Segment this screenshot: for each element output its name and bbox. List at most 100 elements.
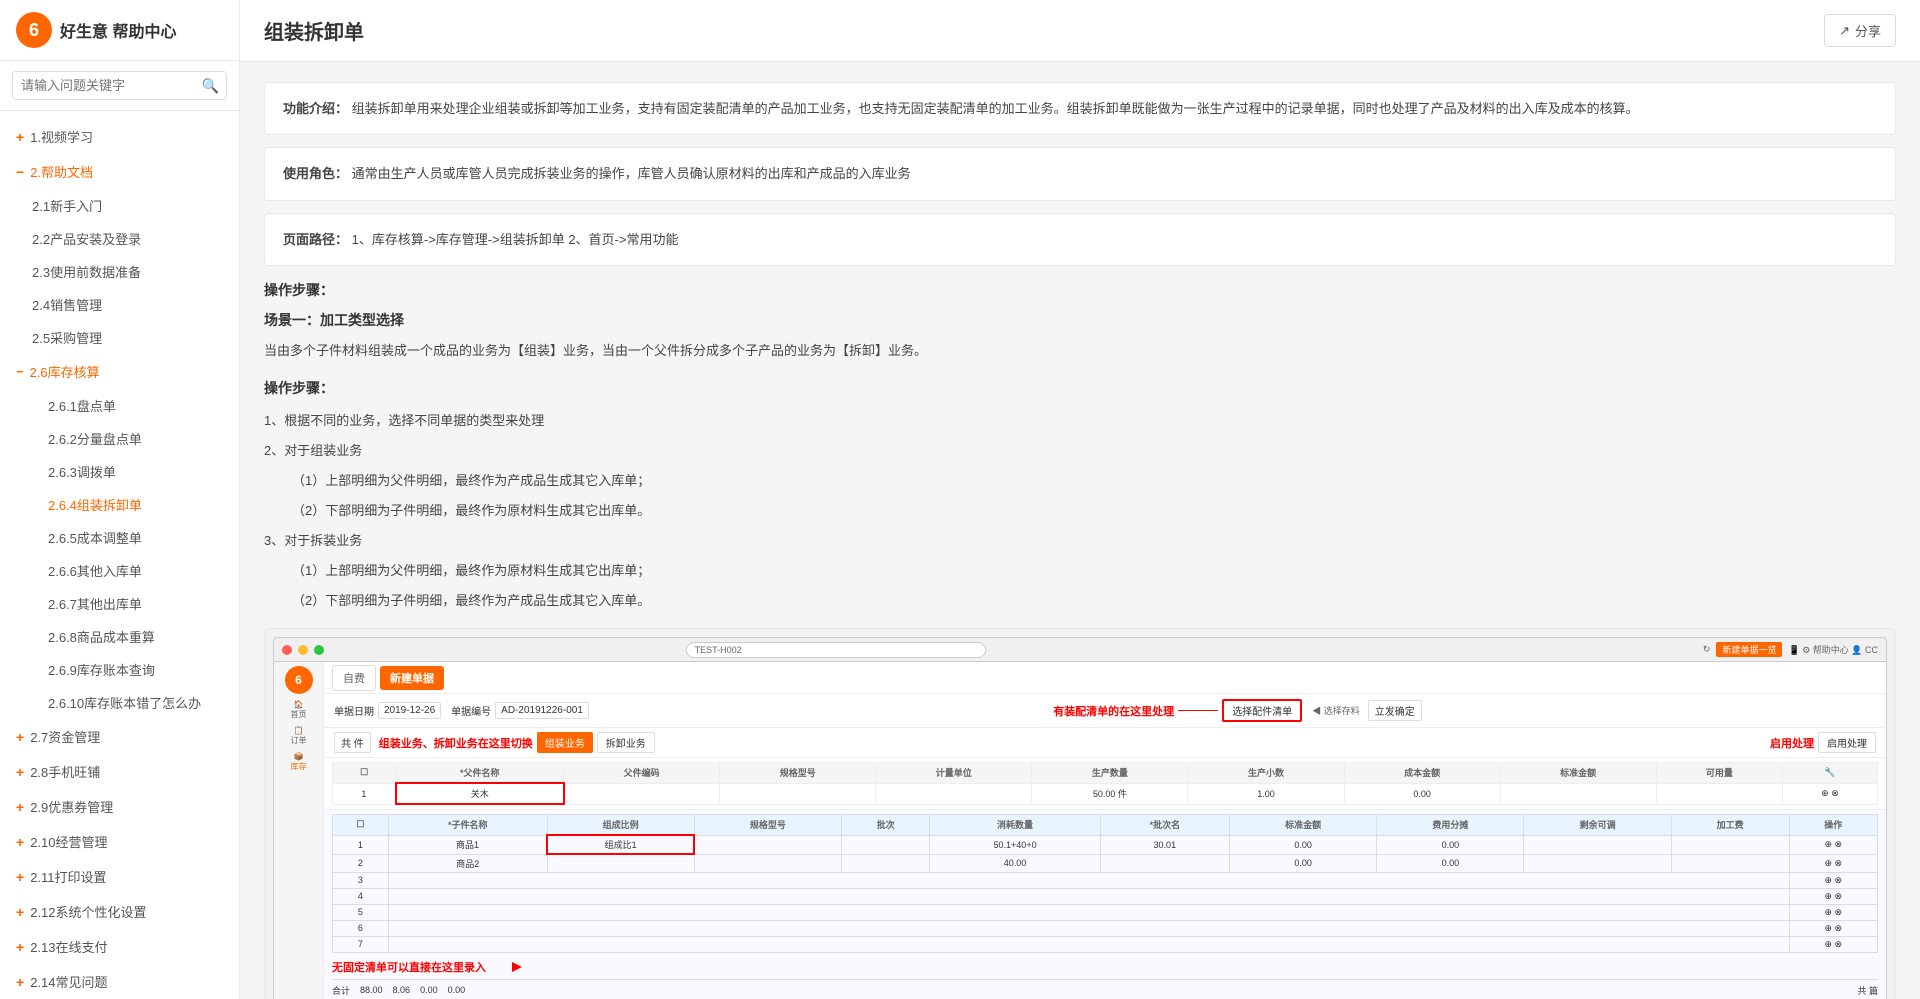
sidebar-item-other-in[interactable]: 2.6.6其他入库单 [0,554,239,587]
tab-new-doc[interactable]: 新建单据 [380,666,444,690]
op-steps2-title: 操作步骤： [264,378,1896,398]
main-area: 组装拆卸单 ↗ 分享 功能介绍： 组装拆卸单用来处理企业组装或拆卸等加工业务，支… [240,0,1920,999]
share-icon: ↗ [1839,23,1850,39]
sidebar-item-partial-stocktake[interactable]: 2.6.2分量盘点单 [0,422,239,455]
sidebar-nav: + 1.视频学习 − 2.帮助文档 2.1新手入门 2.2产品安装及登录 2.3… [0,111,239,999]
confirm-btn[interactable]: 立发确定 [1368,700,1422,721]
plus-icon-custom: + [16,904,24,920]
sidebar-item-coupon[interactable]: + 2.9优惠券管理 [0,789,239,824]
type-btn[interactable]: 选择配件清单 [1222,699,1302,722]
td-consume-val: 50.1+40+0 [930,835,1100,854]
main-content: 功能介绍： 组装拆卸单用来处理企业组装或拆卸等加工业务，支持有固定装配清单的产品… [240,62,1920,999]
th-std2: 标准金额 [1229,815,1376,836]
new-doc-btn[interactable]: 新建单据一览 [1716,642,1782,657]
doc-date-field: 单据日期 2019-12-26 [334,702,441,719]
sidebar-item-data-prep[interactable]: 2.3使用前数据准备 [0,255,239,288]
search-input[interactable] [12,71,227,100]
td-op-val: ⊕ ⊗ [1789,835,1877,854]
sidebar-item-docs[interactable]: − 2.帮助文档 [0,154,239,189]
th-process-fee: 加工费 [1671,815,1789,836]
sidebar-item-inventory[interactable]: − 2.6库存核算 [0,354,239,389]
nav-icon-orders[interactable]: 📋订单 [291,726,307,746]
doc-date-label: 单据日期 [334,703,374,718]
sidebar-item-online-pay[interactable]: + 2.13在线支付 [0,929,239,964]
sidebar-item-install[interactable]: 2.2产品安装及登录 [0,222,239,255]
sidebar-print-label: 2.11打印设置 [30,867,106,886]
assembly-btn[interactable]: 组装业务 [537,732,593,753]
confirm-label: ◀ 选择存料 [1312,704,1360,717]
parent-table-section: ☐ *父件名称 父件编码 规格型号 计量单位 生产数量 生产小数 成本金额 [324,758,1886,810]
count-label: 共 件 [334,732,371,753]
td-checkbox: 1 [333,783,396,804]
child-row-4: 4 ⊕ ⊗ [333,888,1878,904]
plus-icon-online-pay: + [16,939,24,955]
annotation4-area: 无固定清单可以直接在这里录入 [332,957,1878,977]
td-parent-name: 关木 [396,783,564,804]
sidebar-item-video[interactable]: + 1.视频学习 [0,119,239,154]
op-steps-title: 操作步骤： [264,280,1896,300]
th-spec2: 规格型号 [694,815,841,836]
sidebar-item-label: 2.帮助文档 [30,162,93,181]
sidebar-item-newcomer[interactable]: 2.1新手入门 [0,189,239,222]
sidebar-item-faq[interactable]: + 2.14常见问题 [0,964,239,999]
th-batch-name: *批次名 [1100,815,1229,836]
footer-val1: 88.00 [360,985,383,995]
mock-wrapper: TEST-H002 ↻ 新建单据一览 📱 ⚙ 帮助中心 👤 CC 6 🏠首页 [265,629,1895,999]
td-ratio: 组成比1 [547,835,694,854]
sidebar-item-other-out[interactable]: 2.6.7其他出库单 [0,587,239,620]
scene1-desc: 当由多个子件材料组装成一个成品的业务为【组装】业务，当由一个父件拆分成多个子产品… [264,338,1896,364]
child-row-5: 5 ⊕ ⊗ [333,904,1878,920]
th-op: 🔧 [1782,763,1877,784]
th-cost-amount: 成本金额 [1344,763,1500,784]
sidebar-item-cost-calc[interactable]: 2.6.8商品成本重算 [0,620,239,653]
th-spec: 规格型号 [720,763,876,784]
th-alloc: 费用分摊 [1377,815,1524,836]
child-row-6: 6 ⊕ ⊗ [333,920,1878,936]
sidebar-item-print[interactable]: + 2.11打印设置 [0,859,239,894]
sidebar-item-custom[interactable]: + 2.12系统个性化设置 [0,894,239,929]
sidebar-item-finance[interactable]: + 2.7资金管理 [0,719,239,754]
step-3: 3、对于拆装业务 [264,528,1896,554]
enable-btn[interactable]: 启用处理 [1818,732,1876,753]
plus-icon-finance: + [16,729,24,745]
plus-icon: + [16,129,24,145]
sidebar-online-pay-label: 2.13在线支付 [30,937,107,956]
docs-submenu: 2.1新手入门 2.2产品安装及登录 2.3使用前数据准备 2.4销售管理 2.… [0,189,239,719]
sidebar-item-operation[interactable]: + 2.10经营管理 [0,824,239,859]
arrow-icon [492,957,522,977]
td-fee-val [1671,835,1789,854]
browser-url: TEST-H002 [695,645,742,655]
td-spec-val [694,835,841,854]
sidebar-coupon-label: 2.9优惠券管理 [30,797,113,816]
th-consume: 消耗数量 [930,815,1100,836]
sidebar-item-adjust[interactable]: 2.6.3调拨单 [0,455,239,488]
th-child-name: *子件名称 [388,815,547,836]
plus-icon-print: + [16,869,24,885]
sidebar-item-sales[interactable]: 2.4销售管理 [0,288,239,321]
steps-list: 1、根据不同的业务，选择不同单据的类型来处理 2、对于组装业务 （1）上部明细为… [264,408,1896,614]
parent-row-1: 1 关木 50.00 件 1.00 0.00 [333,783,1878,804]
tab-zifei[interactable]: 自费 [332,665,376,691]
doc-number-value: AD-20191226-001 [495,702,589,719]
path-label: 页面路径： [283,232,348,247]
sidebar-item-stocktake[interactable]: 2.6.1盘点单 [0,389,239,422]
share-button[interactable]: ↗ 分享 [1824,14,1896,47]
search-icon: 🔍 [202,77,219,94]
sidebar-item-cost-adjust[interactable]: 2.6.5成本调整单 [0,521,239,554]
th-produce-dec: 生产小数 [1188,763,1344,784]
sidebar-item-ledger[interactable]: 2.6.9库存账本查询 [0,653,239,686]
sidebar-item-mobile[interactable]: + 2.8手机旺铺 [0,754,239,789]
disassembly-btn[interactable]: 拆卸业务 [597,732,655,753]
footer-val3: 0.00 [420,985,438,995]
step-1: 1、根据不同的业务，选择不同单据的类型来处理 [264,408,1896,434]
role-block: 使用角色： 通常由生产人员或库管人员完成拆装业务的操作，库管人员确认原材料的出库… [264,147,1896,200]
sidebar-item-assembly[interactable]: 2.6.4组装拆卸单 [0,488,239,521]
nav-icon-home[interactable]: 🏠首页 [291,700,307,720]
annotation-enable: 启用处理 [1770,735,1814,751]
td-cost: 0.00 [1344,783,1500,804]
nav-icon-inventory[interactable]: 📦库存 [291,752,307,772]
sidebar-item-ledger-err[interactable]: 2.6.10库存账本错了怎么办 [0,686,239,719]
sidebar-item-purchase[interactable]: 2.5采购管理 [0,321,239,354]
td-produce-qty: 50.00 件 [1032,783,1188,804]
th-produce-qty: 生产数量 [1032,763,1188,784]
